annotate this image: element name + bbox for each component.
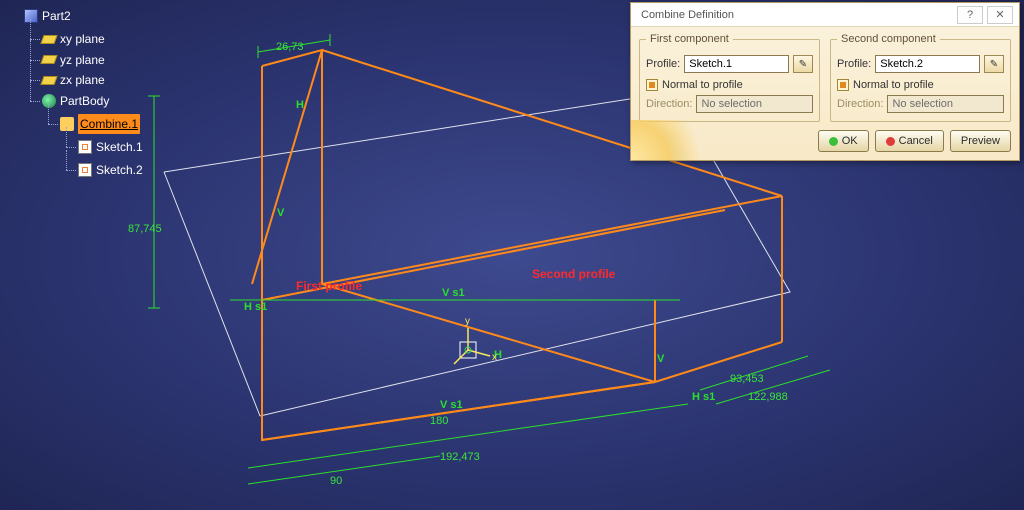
direction1-input: No selection — [696, 95, 813, 113]
svg-text:y: y — [465, 316, 470, 327]
svg-text:H s1: H s1 — [692, 391, 715, 403]
svg-text:x: x — [492, 352, 497, 363]
dim-left: 87,745 — [128, 223, 162, 235]
label-second-profile: Second profile — [532, 267, 616, 281]
cancel-dot-icon — [886, 137, 895, 146]
dim-right2: 122,988 — [748, 391, 788, 403]
ok-dot-icon — [829, 137, 838, 146]
ok-button[interactable]: OK — [818, 130, 869, 152]
svg-text:H: H — [296, 99, 304, 111]
dim-bottom-small: 90 — [330, 475, 342, 487]
svg-text:V s1: V s1 — [442, 287, 465, 299]
cancel-button[interactable]: Cancel — [875, 130, 944, 152]
normal2-checkbox[interactable]: Normal to profile — [837, 79, 934, 91]
dialog-title: Combine Definition — [641, 9, 953, 21]
direction2-input: No selection — [887, 95, 1004, 113]
dim-bottom-mid: 192,473 — [440, 451, 480, 463]
svg-text:H s1: H s1 — [244, 301, 267, 313]
sketch-picker-1-button[interactable]: ✎ — [793, 55, 813, 73]
combine-definition-dialog: Combine Definition ? ✕ First component P… — [630, 2, 1020, 161]
label-first-profile: First profile — [296, 279, 362, 293]
svg-text:V s1: V s1 — [440, 399, 463, 411]
normal1-checkbox[interactable]: Normal to profile — [646, 79, 743, 91]
dim-bottom-mid2: 180 — [430, 415, 448, 427]
profile1-input[interactable]: Sketch.1 — [684, 55, 789, 73]
first-component-group: First component Profile: Sketch.1 ✎ Norm… — [639, 33, 820, 122]
dim-right: 93,453 — [730, 373, 764, 385]
help-button[interactable]: ? — [957, 6, 983, 24]
sketch-picker-2-button[interactable]: ✎ — [984, 55, 1004, 73]
checkbox-icon — [837, 79, 849, 91]
close-button[interactable]: ✕ — [987, 6, 1013, 24]
second-component-group: Second component Profile: Sketch.2 ✎ Nor… — [830, 33, 1011, 122]
dialog-titlebar[interactable]: Combine Definition ? ✕ — [631, 3, 1019, 27]
svg-text:V: V — [657, 353, 665, 365]
preview-button[interactable]: Preview — [950, 130, 1011, 152]
profile2-input[interactable]: Sketch.2 — [875, 55, 980, 73]
svg-text:V: V — [277, 207, 285, 219]
origin-triad: y x — [454, 316, 497, 364]
checkbox-icon — [646, 79, 658, 91]
dim-top: 26,73 — [276, 41, 304, 53]
